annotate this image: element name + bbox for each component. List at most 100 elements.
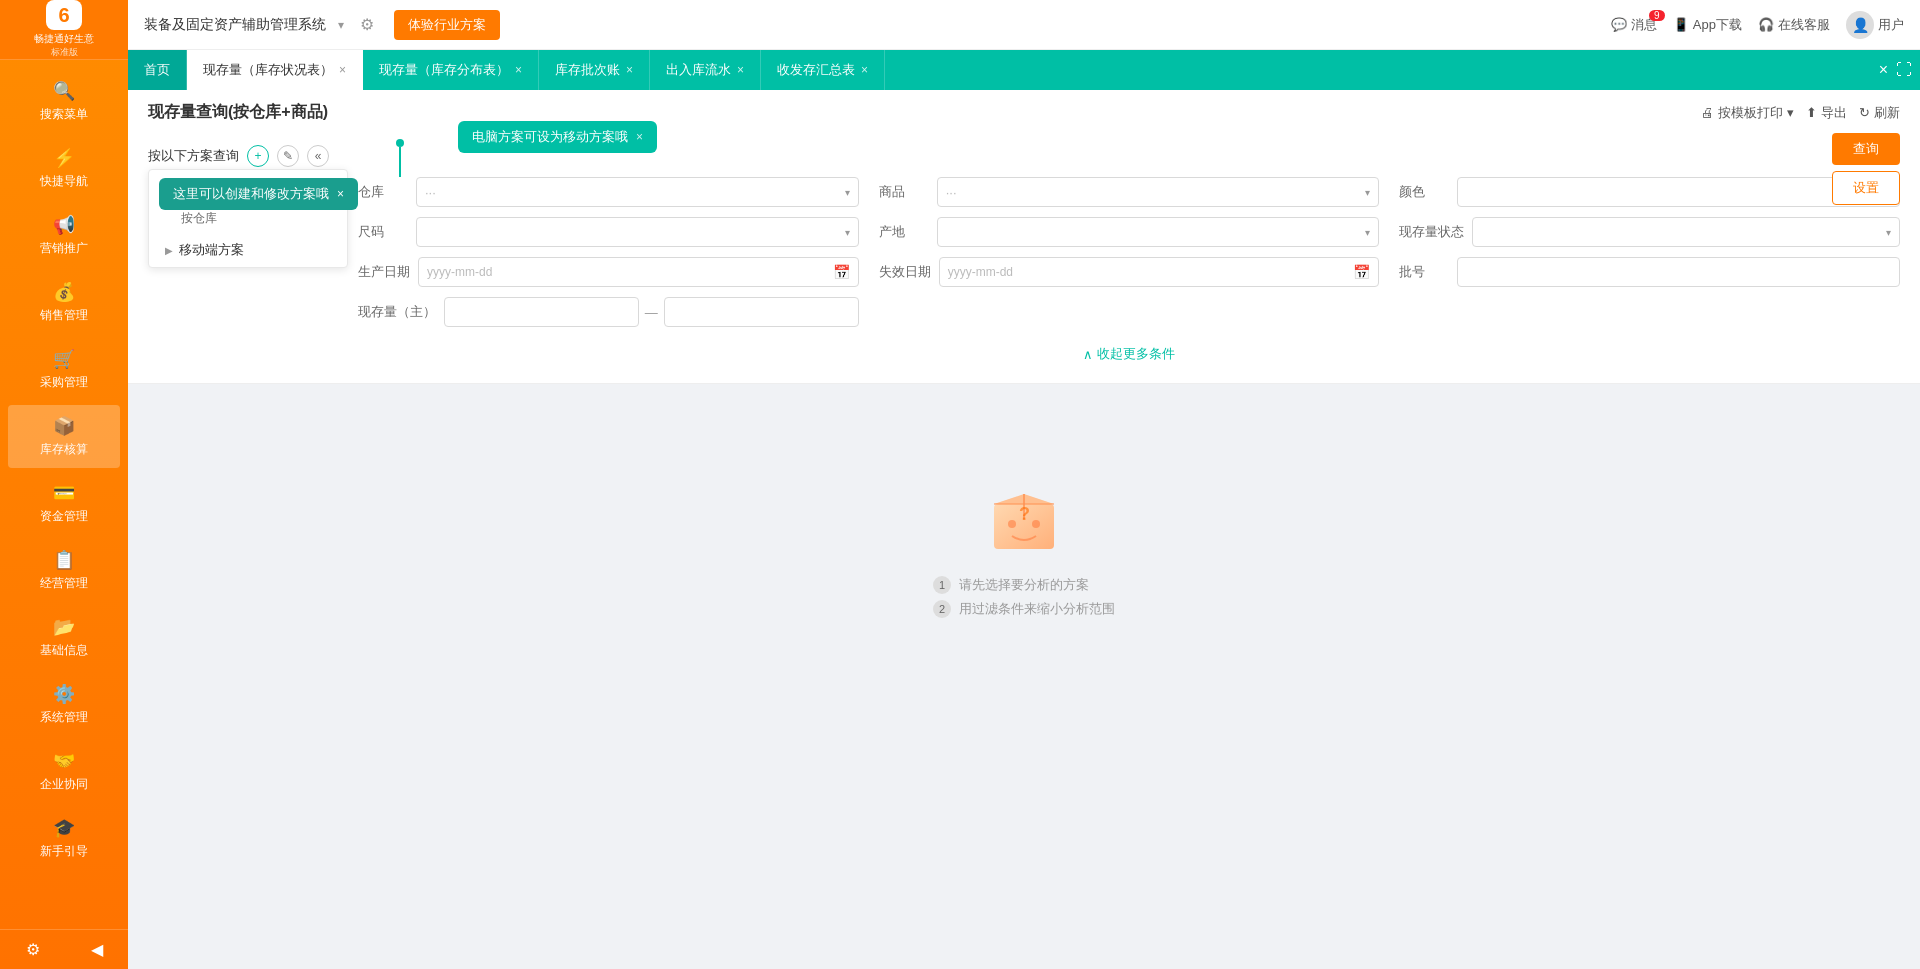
stock-qty-range: — — [444, 297, 859, 327]
range-separator: — — [645, 305, 658, 320]
sales-icon: 💰 — [53, 281, 75, 303]
operation-icon: 📋 — [53, 549, 75, 571]
sidebar-item-label: 搜索菜单 — [40, 106, 88, 123]
edit-tooltip-close[interactable]: × — [337, 187, 344, 201]
message-icon: 💬 — [1611, 17, 1627, 32]
add-scheme-button[interactable]: + — [247, 145, 269, 167]
refresh-label: 刷新 — [1874, 104, 1900, 122]
sidebar-item-purchase[interactable]: 🛒 采购管理 — [8, 338, 120, 401]
sidebar-item-quick-nav[interactable]: ⚡ 快捷导航 — [8, 137, 120, 200]
prod-date-label: 生产日期 — [358, 263, 410, 281]
message-badge: 9 — [1649, 10, 1665, 21]
stock-status-field: 现存量状态 ▾ — [1399, 217, 1900, 247]
goods-placeholder: ··· — [946, 185, 957, 200]
scheme-tree-mobile[interactable]: ▶ 移动端方案 — [149, 233, 347, 267]
sidebar-item-system[interactable]: ⚙️ 系统管理 — [8, 673, 120, 736]
tab-close-receive-summary[interactable]: × — [861, 64, 868, 76]
goods-select[interactable]: ··· ▾ — [937, 177, 1380, 207]
tab-close-inout-flow[interactable]: × — [737, 64, 744, 76]
search-menu-icon: 🔍 — [53, 80, 75, 102]
expire-date-field: 失效日期 yyyy-mm-dd 📅 — [879, 257, 1380, 287]
prod-date-input[interactable]: yyyy-mm-dd 📅 — [418, 257, 859, 287]
tab-close-all-icon[interactable]: × — [1879, 61, 1888, 79]
search-action-buttons: 查询 设置 — [1832, 133, 1900, 205]
print-button[interactable]: 🖨 按模板打印 ▾ — [1701, 104, 1794, 122]
sidebar-item-search-menu[interactable]: 🔍 搜索菜单 — [8, 70, 120, 133]
online-support-button[interactable]: 🎧 在线客服 — [1758, 16, 1830, 34]
size-select[interactable]: ▾ — [416, 217, 859, 247]
stock-status-select[interactable]: ▾ — [1472, 217, 1900, 247]
collapse-up-icon: ∧ — [1083, 347, 1093, 362]
tab-inventory-status[interactable]: 现存量（库存状况表） × — [187, 50, 363, 90]
tab-inventory-dist[interactable]: 现存量（库存分布表） × — [363, 50, 539, 90]
size-label: 尺码 — [358, 223, 408, 241]
svg-point-3 — [1008, 520, 1016, 528]
sidebar-item-basic[interactable]: 📂 基础信息 — [8, 606, 120, 669]
warehouse-select[interactable]: ··· ▾ — [416, 177, 859, 207]
system-name: 装备及固定资产辅助管理系统 — [144, 16, 326, 34]
sidebar-item-label: 基础信息 — [40, 642, 88, 659]
tab-inout-flow-label: 出入库流水 — [666, 61, 731, 79]
tab-inout-flow[interactable]: 出入库流水 × — [650, 50, 761, 90]
goods-label: 商品 — [879, 183, 929, 201]
tab-receive-summary-label: 收发存汇总表 — [777, 61, 855, 79]
edit-scheme-button[interactable]: ✎ — [277, 145, 299, 167]
origin-select[interactable]: ▾ — [937, 217, 1380, 247]
sidebar-settings-btn[interactable]: ⚙ — [26, 940, 40, 959]
page-header: 现存量查询(按仓库+商品) 🖨 按模板打印 ▾ ⬆ 导出 ↻ 刷新 — [128, 90, 1920, 384]
sidebar-item-operation[interactable]: 📋 经营管理 — [8, 539, 120, 602]
page-actions: 🖨 按模板打印 ▾ ⬆ 导出 ↻ 刷新 — [1701, 104, 1900, 122]
tab-receive-summary[interactable]: 收发存汇总表 × — [761, 50, 885, 90]
batch-no-input[interactable] — [1457, 257, 1900, 287]
settings-gear-icon[interactable]: ⚙ — [360, 15, 374, 34]
sidebar-item-enterprise[interactable]: 🤝 企业协同 — [8, 740, 120, 803]
expire-date-placeholder: yyyy-mm-dd — [948, 265, 1013, 279]
stock-qty-max-input[interactable] — [664, 297, 859, 327]
logo-icon: 6 — [46, 0, 82, 30]
trial-industry-button[interactable]: 体验行业方案 — [394, 10, 500, 40]
query-button[interactable]: 查询 — [1832, 133, 1900, 165]
system-dropdown-arrow[interactable]: ▾ — [338, 18, 344, 32]
expire-date-input[interactable]: yyyy-mm-dd 📅 — [939, 257, 1380, 287]
tab-home[interactable]: 首页 — [128, 50, 187, 90]
sidebar-item-label: 企业协同 — [40, 776, 88, 793]
tip-num-1: 1 — [933, 576, 951, 594]
svg-point-4 — [1032, 520, 1040, 528]
sidebar-item-finance[interactable]: 💳 资金管理 — [8, 472, 120, 535]
tab-close-inventory-dist[interactable]: × — [515, 64, 522, 76]
purchase-icon: 🛒 — [53, 348, 75, 370]
page-title-row: 现存量查询(按仓库+商品) 🖨 按模板打印 ▾ ⬆ 导出 ↻ 刷新 — [148, 102, 1900, 133]
warehouse-arrow-icon: ▾ — [845, 187, 850, 198]
sidebar-item-sales[interactable]: 💰 销售管理 — [8, 271, 120, 334]
print-label: 按模板打印 — [1718, 104, 1783, 122]
tab-batch-account[interactable]: 库存批次账 × — [539, 50, 650, 90]
sidebar-item-marketing[interactable]: 📢 营销推广 — [8, 204, 120, 267]
sidebar-item-inventory[interactable]: 📦 库存核算 — [8, 405, 120, 468]
tab-fullscreen-icon[interactable]: ⛶ — [1896, 61, 1912, 79]
main-area: 装备及固定资产辅助管理系统 ▾ ⚙ 体验行业方案 💬 消息 9 📱 App下载 … — [128, 0, 1920, 969]
expire-date-label: 失效日期 — [879, 263, 931, 281]
back-scheme-button[interactable]: « — [307, 145, 329, 167]
sidebar-collapse-btn[interactable]: ◀ — [91, 940, 103, 959]
setting-button[interactable]: 设置 — [1832, 171, 1900, 205]
tab-home-label: 首页 — [144, 61, 170, 79]
stock-qty-min-input[interactable] — [444, 297, 639, 327]
content-area: 现存量查询(按仓库+商品) 🖨 按模板打印 ▾ ⬆ 导出 ↻ 刷新 — [128, 90, 1920, 969]
user-menu-button[interactable]: 👤 用户 — [1846, 11, 1904, 39]
scheme-tooltip-close[interactable]: × — [636, 130, 643, 144]
collapse-conditions-button[interactable]: ∧ 收起更多条件 — [358, 337, 1900, 371]
empty-tip-2-text: 用过滤条件来缩小分析范围 — [959, 600, 1115, 618]
stock-qty-field: 现存量（主） — — [358, 297, 859, 327]
tab-close-inventory-status[interactable]: × — [339, 64, 346, 76]
goods-field: 商品 ··· ▾ — [879, 177, 1380, 207]
search-label-row: 按以下方案查询 + ✎ « — [148, 145, 1900, 167]
prod-date-calendar-icon: 📅 — [833, 264, 850, 280]
sidebar-item-guide[interactable]: 🎓 新手引导 — [8, 807, 120, 870]
refresh-button[interactable]: ↻ 刷新 — [1859, 104, 1900, 122]
sidebar-item-label: 经营管理 — [40, 575, 88, 592]
user-label: 用户 — [1878, 16, 1904, 34]
export-button[interactable]: ⬆ 导出 — [1806, 104, 1847, 122]
tab-close-batch-account[interactable]: × — [626, 64, 633, 76]
app-download-button[interactable]: 📱 App下载 — [1673, 16, 1742, 34]
messages-button[interactable]: 💬 消息 9 — [1611, 16, 1657, 34]
